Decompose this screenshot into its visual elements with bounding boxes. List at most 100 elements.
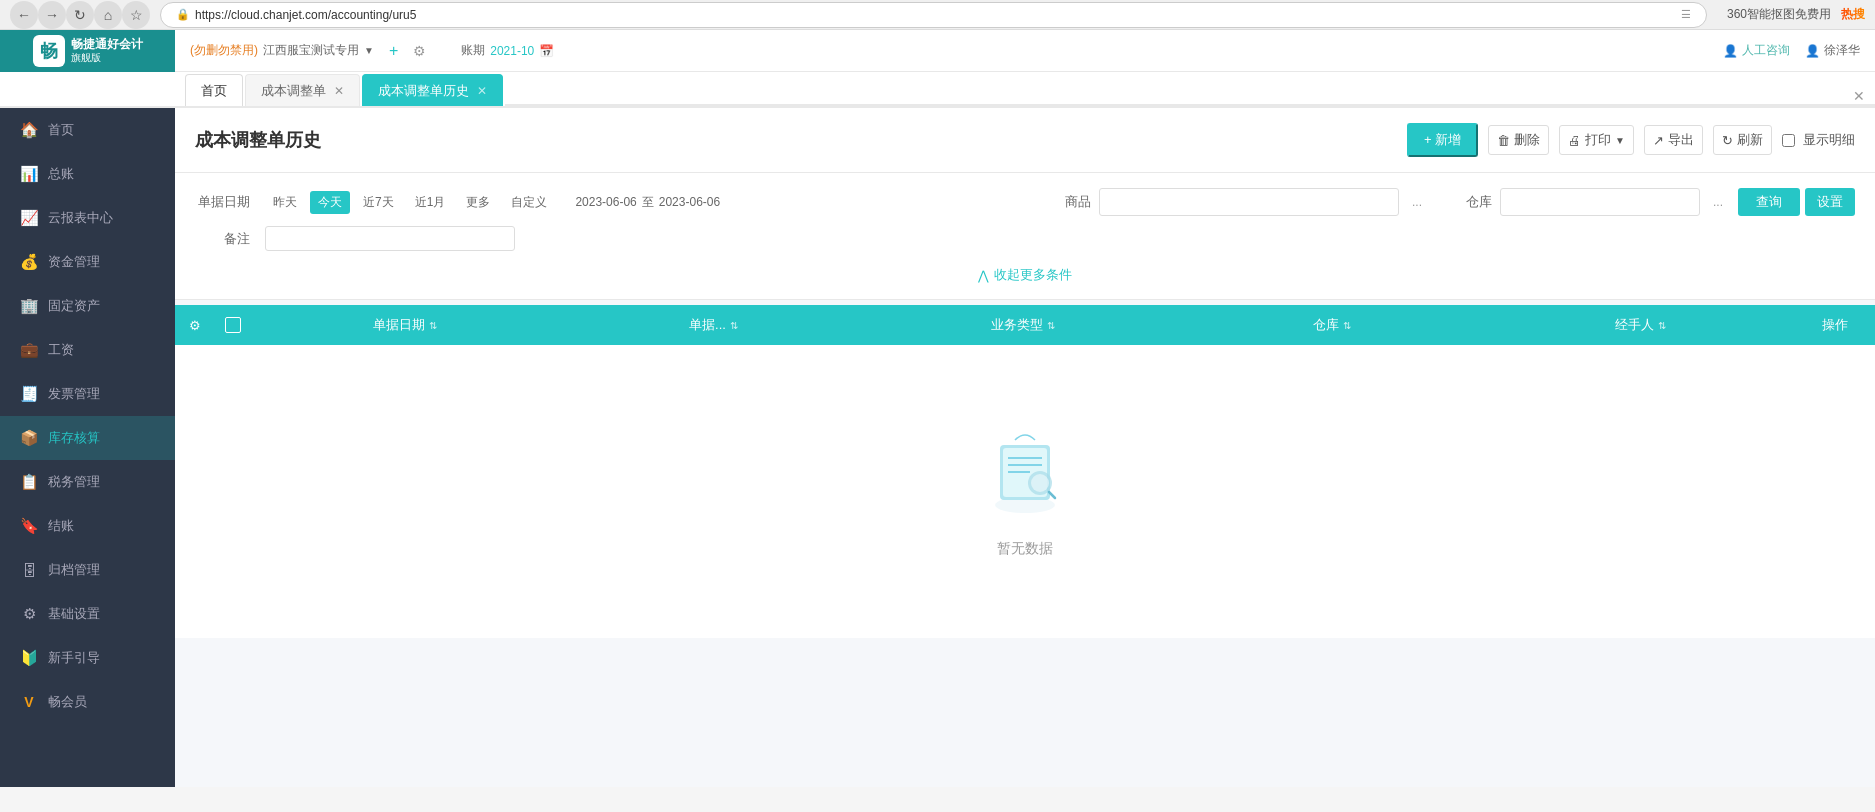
sidebar-item-invoice[interactable]: 🧾 发票管理 xyxy=(0,372,175,416)
table-header: ⚙ 单据日期 ⇅ 单据... ⇅ 业务类型 ⇅ 仓库 ⇅ xyxy=(175,305,1875,345)
show-cols-toggle[interactable]: 显示明细 xyxy=(1782,131,1855,149)
shortcut-today[interactable]: 今天 xyxy=(310,191,350,214)
th-actions: 操作 xyxy=(1795,316,1875,334)
sidebar-label-inventory: 库存核算 xyxy=(48,429,100,447)
th-warehouse[interactable]: 仓库 ⇅ xyxy=(1177,316,1486,334)
tab-home[interactable]: 首页 xyxy=(185,74,243,106)
bookmark-button[interactable]: ☆ xyxy=(122,1,150,29)
table-select-all[interactable] xyxy=(215,317,250,333)
sidebar-item-ledger[interactable]: 📊 总账 xyxy=(0,152,175,196)
payroll-icon: 💼 xyxy=(20,341,38,359)
refresh-icon: ↻ xyxy=(1722,133,1733,148)
th-operator[interactable]: 经手人 ⇅ xyxy=(1486,316,1795,334)
tab-close-all[interactable]: ✕ xyxy=(1843,88,1875,106)
tab-cost-adjust-history-label: 成本调整单历史 xyxy=(378,82,469,100)
sidebar-item-funds[interactable]: 💰 资金管理 xyxy=(0,240,175,284)
home-button[interactable]: ⌂ xyxy=(94,1,122,29)
forward-button[interactable]: → xyxy=(38,1,66,29)
tab-bar: 首页 成本调整单 ✕ 成本调整单历史 ✕ ✕ xyxy=(0,72,1875,108)
browser-actions: 360智能抠图免费用 热搜 xyxy=(1727,6,1865,23)
th-warehouse-sort: ⇅ xyxy=(1343,320,1351,331)
tab-cost-adjust-history-close[interactable]: ✕ xyxy=(477,84,487,98)
delete-button[interactable]: 🗑 删除 xyxy=(1488,125,1549,155)
th-biz-type[interactable]: 业务类型 ⇅ xyxy=(868,316,1177,334)
tab-cost-adjust-history[interactable]: 成本调整单历史 ✕ xyxy=(362,74,503,106)
settings-gear-icon: ⚙ xyxy=(20,605,38,623)
tab-cost-adjust[interactable]: 成本调整单 ✕ xyxy=(245,74,360,106)
remark-label: 备注 xyxy=(195,230,250,248)
back-button[interactable]: ← xyxy=(10,1,38,29)
search-button[interactable]: 查询 xyxy=(1738,188,1800,216)
goods-filter: 商品 ... xyxy=(1036,188,1422,216)
table-settings-icon[interactable]: ⚙ xyxy=(175,318,215,333)
shortcut-yesterday[interactable]: 昨天 xyxy=(265,191,305,214)
collapse-label: 收起更多条件 xyxy=(994,266,1072,284)
main-layout: 🏠 首页 📊 总账 📈 云报表中心 💰 资金管理 🏢 固定资产 💼 工资 xyxy=(0,108,1875,787)
warehouse-dots[interactable]: ... xyxy=(1713,195,1723,209)
shortcut-1month[interactable]: 近1月 xyxy=(407,191,454,214)
address-bar[interactable]: 🔒 https://cloud.chanjet.com/accounting/u… xyxy=(160,2,1707,28)
service-icon: 👤 xyxy=(1723,44,1738,58)
th-operator-sort: ⇅ xyxy=(1658,320,1666,331)
top-right: 👤 人工咨询 👤 徐泽华 xyxy=(1723,42,1860,59)
add-company-btn[interactable]: + xyxy=(389,42,398,60)
user-service[interactable]: 👤 人工咨询 xyxy=(1723,42,1790,59)
select-all-checkbox[interactable] xyxy=(225,317,241,333)
sidebar-item-settlement[interactable]: 🔖 结账 xyxy=(0,504,175,548)
sidebar-item-settings[interactable]: ⚙ 基础设置 xyxy=(0,592,175,636)
collapse-button[interactable]: ⋀ 收起更多条件 xyxy=(978,266,1072,284)
sidebar-item-inventory[interactable]: 📦 库存核算 xyxy=(0,416,175,460)
period-value: 2021-10 xyxy=(490,44,534,58)
logo-text: 畅捷通好会计 旗舰版 xyxy=(71,37,143,63)
app-logo[interactable]: 畅 畅捷通好会计 旗舰版 xyxy=(0,30,175,72)
sidebar-item-archive[interactable]: 🗄 归档管理 xyxy=(0,548,175,592)
remark-input[interactable] xyxy=(265,226,515,251)
calendar-icon[interactable]: 📅 xyxy=(539,44,554,58)
user-profile[interactable]: 👤 徐泽华 xyxy=(1805,42,1860,59)
goods-label: 商品 xyxy=(1036,193,1091,211)
warehouse-filter: 仓库 ... xyxy=(1437,188,1723,216)
shortcut-7days[interactable]: 近7天 xyxy=(355,191,402,214)
vip-icon: V xyxy=(20,693,38,711)
th-biz-type-label: 业务类型 xyxy=(991,316,1043,334)
shortcut-custom[interactable]: 自定义 xyxy=(503,191,555,214)
warehouse-input[interactable] xyxy=(1500,188,1700,216)
settings-filter-button[interactable]: 设置 xyxy=(1805,188,1855,216)
company-selector[interactable]: (勿删勿禁用) 江西服宝测试专用 ▼ xyxy=(190,42,374,59)
refresh-button[interactable]: ↻ xyxy=(66,1,94,29)
sidebar-item-tax[interactable]: 📋 税务管理 xyxy=(0,460,175,504)
goods-input[interactable] xyxy=(1099,188,1399,216)
goods-dots[interactable]: ... xyxy=(1412,195,1422,209)
search-label: 360智能抠图免费用 xyxy=(1727,6,1831,23)
sidebar-item-payroll[interactable]: 💼 工资 xyxy=(0,328,175,372)
sidebar-item-reports[interactable]: 📈 云报表中心 xyxy=(0,196,175,240)
print-button[interactable]: 🖨 打印 ▼ xyxy=(1559,125,1634,155)
th-date[interactable]: 单据日期 ⇅ xyxy=(250,316,559,334)
sidebar-item-fixed-assets[interactable]: 🏢 固定资产 xyxy=(0,284,175,328)
date-shortcuts: 昨天 今天 近7天 近1月 更多 自定义 xyxy=(265,191,555,214)
settings-icon[interactable]: ⚙ xyxy=(413,43,426,59)
th-warehouse-label: 仓库 xyxy=(1313,316,1339,334)
service-label: 人工咨询 xyxy=(1742,42,1790,59)
tab-cost-adjust-close[interactable]: ✕ xyxy=(334,84,344,98)
show-cols-checkbox[interactable] xyxy=(1782,134,1795,147)
reports-icon: 📈 xyxy=(20,209,38,227)
export-button[interactable]: ↗ 导出 xyxy=(1644,125,1703,155)
shortcut-more[interactable]: 更多 xyxy=(458,191,498,214)
sidebar-item-vip[interactable]: V 畅会员 xyxy=(0,680,175,724)
sidebar-label-home: 首页 xyxy=(48,121,74,139)
th-number[interactable]: 单据... ⇅ xyxy=(559,316,868,334)
sidebar-item-home[interactable]: 🏠 首页 xyxy=(0,108,175,152)
export-icon: ↗ xyxy=(1653,133,1664,148)
content-area: 成本调整单历史 + 新增 🗑 删除 🖨 打印 ▼ ↗ 导出 ↻ xyxy=(175,108,1875,787)
new-button[interactable]: + 新增 xyxy=(1407,123,1478,157)
archive-icon: 🗄 xyxy=(20,561,38,579)
inventory-icon: 📦 xyxy=(20,429,38,447)
table-area: ⚙ 单据日期 ⇅ 单据... ⇅ 业务类型 ⇅ 仓库 ⇅ xyxy=(175,305,1875,638)
filter-row-date: 单据日期 昨天 今天 近7天 近1月 更多 自定义 2023-06-06 至 2… xyxy=(195,188,1855,216)
header-actions: + 新增 🗑 删除 🖨 打印 ▼ ↗ 导出 ↻ 刷新 xyxy=(1407,123,1855,157)
top-bar: 畅 畅捷通好会计 旗舰版 (勿删勿禁用) 江西服宝测试专用 ▼ + ⚙ 账期 2… xyxy=(0,30,1875,72)
refresh-button[interactable]: ↻ 刷新 xyxy=(1713,125,1772,155)
sidebar-item-guide[interactable]: 🔰 新手引导 xyxy=(0,636,175,680)
browser-top-bar: ← → ↻ ⌂ ☆ 🔒 https://cloud.chanjet.com/ac… xyxy=(0,0,1875,30)
